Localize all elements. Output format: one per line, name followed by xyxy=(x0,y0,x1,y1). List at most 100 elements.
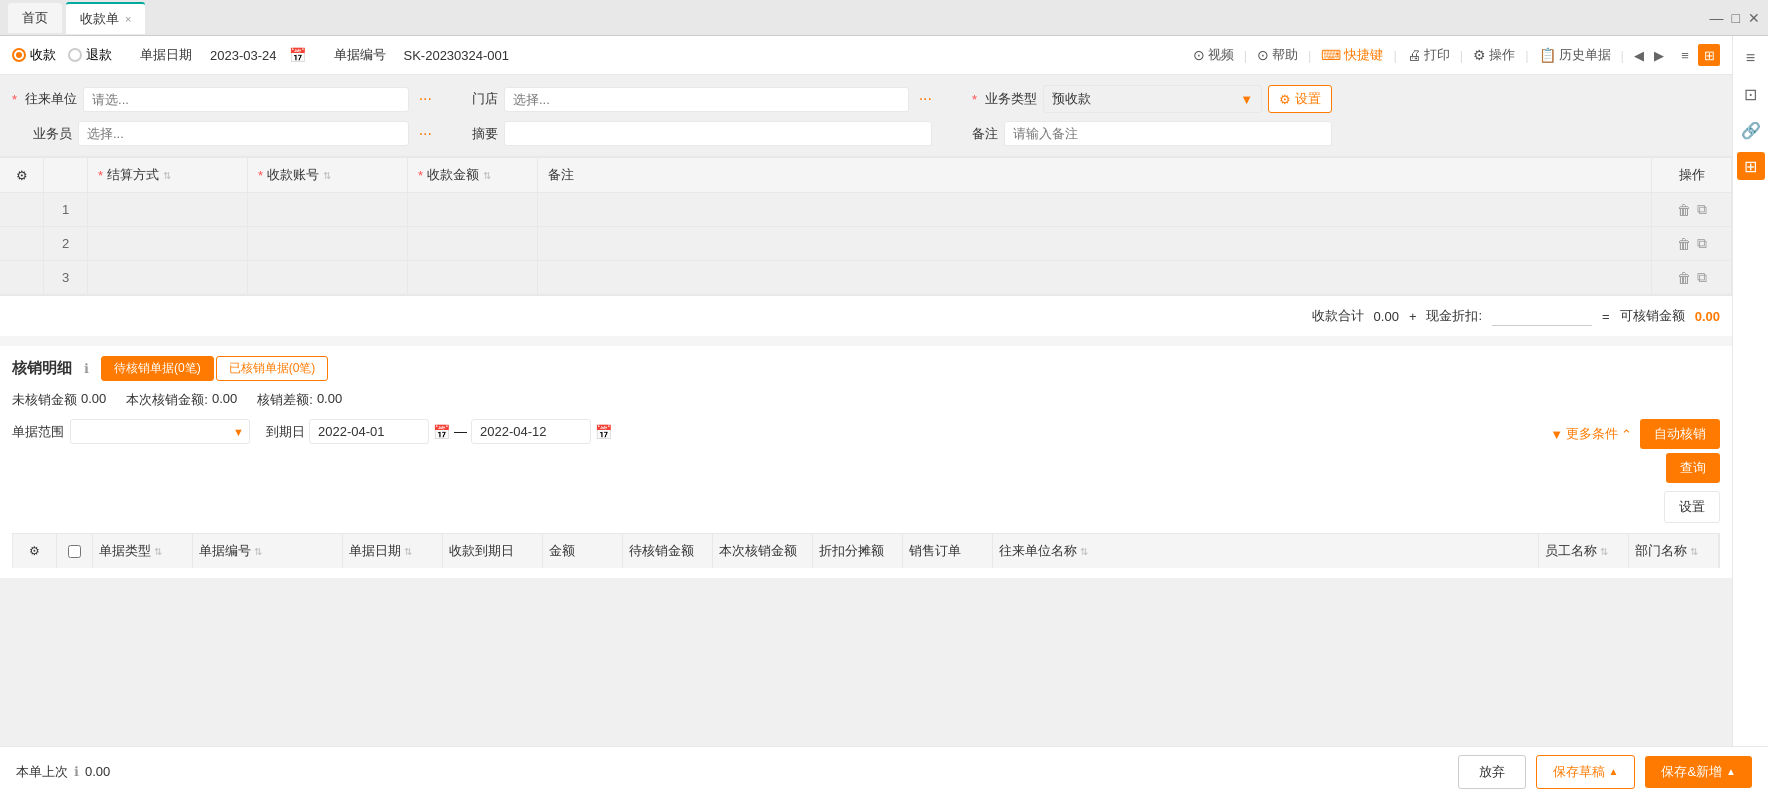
row1-copy-icon[interactable]: ⧉ xyxy=(1697,201,1707,218)
tab-active[interactable]: 收款单 × xyxy=(66,2,145,34)
minimize-btn[interactable]: — xyxy=(1710,10,1724,26)
sort-type-icon: ⇅ xyxy=(154,546,162,557)
sidebar-table-icon[interactable]: ≡ xyxy=(1737,44,1765,72)
partner-input[interactable] xyxy=(83,87,409,112)
settings-btn[interactable]: ⚙ 设置 xyxy=(1268,85,1332,113)
shop-more-btn[interactable]: ··· xyxy=(919,90,932,108)
shop-label: 门店 xyxy=(472,90,498,108)
diff-label: 核销差额: xyxy=(257,391,313,409)
row1-delete-icon[interactable]: 🗑 xyxy=(1677,202,1691,218)
cal-to-icon[interactable]: 📅 xyxy=(595,424,612,440)
row2-delete-icon[interactable]: 🗑 xyxy=(1677,236,1691,252)
maximize-btn[interactable]: □ xyxy=(1732,10,1740,26)
note-field: 备注 xyxy=(972,121,1332,146)
col-settings-header[interactable]: ⚙ xyxy=(0,158,44,192)
save-new-btn[interactable]: 保存&新增 ▲ xyxy=(1645,756,1752,788)
form-area: * 往来单位 ··· 门店 ··· * 业务类型 预收款 ▼ ⚙ 设置 xyxy=(0,75,1732,157)
range-filter: 单据范围 ▼ xyxy=(12,419,250,444)
total-value: 0.00 xyxy=(1374,309,1399,324)
row2-copy-icon[interactable]: ⧉ xyxy=(1697,235,1707,252)
discount-input[interactable] xyxy=(1492,306,1592,326)
row3-delete-icon[interactable]: 🗑 xyxy=(1677,270,1691,286)
row3-amount[interactable] xyxy=(408,261,538,294)
note-input[interactable] xyxy=(1004,121,1332,146)
staff-field: 业务员 ··· xyxy=(12,121,432,146)
row2-settle[interactable] xyxy=(88,227,248,260)
due-to-input[interactable] xyxy=(471,419,591,444)
shortcut-btn[interactable]: ⌨ 快捷键 xyxy=(1321,46,1383,64)
history-btn[interactable]: 📋 历史单据 xyxy=(1539,46,1611,64)
select-all-checkbox[interactable] xyxy=(68,545,81,558)
next-btn[interactable]: ▶ xyxy=(1654,48,1664,63)
video-btn[interactable]: ⊙ 视频 xyxy=(1193,46,1234,64)
row3-settle[interactable] xyxy=(88,261,248,294)
cal-from-icon[interactable]: 📅 xyxy=(433,424,450,440)
section-divider xyxy=(0,336,1732,346)
radio-refund[interactable]: 退款 xyxy=(68,46,112,64)
sidebar-clipboard-icon[interactable]: ⊞ xyxy=(1737,152,1765,180)
sort-num-icon: ⇅ xyxy=(254,546,262,557)
staff-more-btn[interactable]: ··· xyxy=(419,125,432,143)
range-select[interactable] xyxy=(70,419,250,444)
row2-amount[interactable] xyxy=(408,227,538,260)
sort-partner-icon: ⇅ xyxy=(1080,546,1088,557)
operation-btn[interactable]: ⚙ 操作 xyxy=(1473,46,1515,64)
summary-row: 收款合计 0.00 + 现金折扣: = 可核销金额 0.00 xyxy=(0,295,1732,336)
row2-account[interactable] xyxy=(248,227,408,260)
radio-receive[interactable]: 收款 xyxy=(12,46,56,64)
help-btn[interactable]: ⊙ 帮助 xyxy=(1257,46,1298,64)
sort-account-icon: ⇅ xyxy=(323,170,331,181)
due-from-input[interactable] xyxy=(309,419,429,444)
row1-note[interactable] xyxy=(538,193,1652,226)
bottom-value: 0.00 xyxy=(85,764,110,779)
view-grid-btn[interactable]: ⊞ xyxy=(1698,44,1720,66)
row3-note[interactable] xyxy=(538,261,1652,294)
diff-value: 0.00 xyxy=(317,391,342,409)
summary-field: 摘要 xyxy=(472,121,932,146)
more-conditions-btn[interactable]: ▼ 更多条件 ⌃ xyxy=(1550,425,1632,443)
row3-copy-icon[interactable]: ⧉ xyxy=(1697,269,1707,286)
summary-input[interactable] xyxy=(504,121,932,146)
date-picker-icon[interactable]: 📅 xyxy=(289,47,306,63)
tab-pending[interactable]: 待核销单据(0笔) xyxy=(101,356,214,381)
view-list-btn[interactable]: ≡ xyxy=(1674,44,1696,66)
close-btn[interactable]: ✕ xyxy=(1748,10,1760,26)
row2-note[interactable] xyxy=(538,227,1652,260)
row1-account[interactable] xyxy=(248,193,408,226)
writeoff-settings-btn[interactable]: 设置 xyxy=(1664,491,1720,523)
sort-amount-icon: ⇅ xyxy=(483,170,491,181)
writeoff-info-icon[interactable]: ℹ xyxy=(84,361,89,376)
row1-settle[interactable] xyxy=(88,193,248,226)
row1-amount[interactable] xyxy=(408,193,538,226)
sidebar-link-icon[interactable]: 🔗 xyxy=(1737,116,1765,144)
history-icon: 📋 xyxy=(1539,47,1556,63)
wth-partner: 往来单位名称 ⇅ xyxy=(993,534,1539,568)
date-value[interactable]: 2023-03-24 xyxy=(210,48,277,63)
partner-more-btn[interactable]: ··· xyxy=(419,90,432,108)
print-btn[interactable]: 🖨 打印 xyxy=(1407,46,1450,64)
tab-done[interactable]: 已核销单据(0笔) xyxy=(216,356,329,381)
number-value[interactable]: SK-20230324-001 xyxy=(404,48,510,63)
row3-account[interactable] xyxy=(248,261,408,294)
save-draft-btn[interactable]: 保存草稿 ▲ xyxy=(1536,755,1636,789)
auto-writeoff-btn[interactable]: 自动核销 xyxy=(1640,419,1720,449)
bottom-info-icon[interactable]: ℹ xyxy=(74,764,79,779)
query-btn[interactable]: 查询 xyxy=(1666,453,1720,483)
available-label: 可核销金额 xyxy=(1620,307,1685,325)
prev-btn[interactable]: ◀ xyxy=(1634,48,1644,63)
range-label: 单据范围 xyxy=(12,423,64,441)
writeoff-tabs: 待核销单据(0笔) 已核销单据(0笔) xyxy=(101,356,328,381)
tab-home[interactable]: 首页 xyxy=(8,3,62,33)
sidebar-window-icon[interactable]: ⊡ xyxy=(1737,80,1765,108)
discard-btn[interactable]: 放弃 xyxy=(1458,755,1526,789)
dropdown-icon[interactable]: ▼ xyxy=(1240,92,1253,107)
tab-close-icon[interactable]: × xyxy=(125,13,131,25)
print-icon: 🖨 xyxy=(1407,47,1421,63)
uncancelled-value: 0.00 xyxy=(81,391,106,409)
staff-input[interactable] xyxy=(78,121,409,146)
wth-settings[interactable]: ⚙ xyxy=(13,534,57,568)
date-range-filter: 到期日 📅 — 📅 xyxy=(266,419,612,444)
wth-check[interactable] xyxy=(57,534,93,568)
row2-num: 2 xyxy=(44,227,88,260)
shop-input[interactable] xyxy=(504,87,909,112)
